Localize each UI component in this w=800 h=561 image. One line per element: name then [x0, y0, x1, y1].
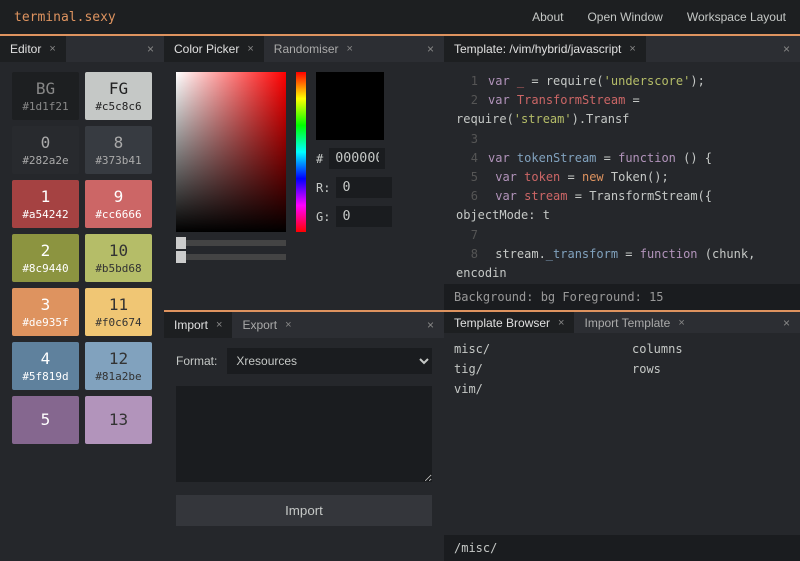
color-preview	[316, 72, 384, 140]
swatch-13[interactable]: 13	[85, 396, 152, 444]
close-icon[interactable]: ×	[678, 317, 684, 329]
swatch-1[interactable]: 1#a54242	[12, 180, 79, 228]
panel-close-icon[interactable]: ×	[417, 318, 444, 332]
browser-item[interactable]: tig/	[454, 359, 612, 379]
close-icon[interactable]: ×	[49, 43, 55, 55]
close-icon[interactable]: ×	[347, 43, 353, 55]
swatch-BG[interactable]: BG#1d1f21	[12, 72, 79, 120]
status-bar: Background: bg Foreground: 15	[444, 284, 800, 310]
tab-template-browser[interactable]: Template Browser×	[444, 312, 574, 333]
close-icon[interactable]: ×	[216, 319, 222, 331]
swatch-3[interactable]: 3#de935f	[12, 288, 79, 336]
swatch-0[interactable]: 0#282a2e	[12, 126, 79, 174]
r-input[interactable]	[336, 177, 392, 198]
panel-close-icon[interactable]: ×	[773, 316, 800, 330]
import-button[interactable]: Import	[176, 495, 432, 526]
format-select[interactable]: Xresources	[227, 348, 432, 374]
tab-export[interactable]: Export×	[232, 312, 301, 338]
swatch-10[interactable]: 10#b5bd68	[85, 234, 152, 282]
browser-item[interactable]: rows	[632, 359, 790, 379]
panel-close-icon[interactable]: ×	[137, 42, 164, 56]
swatch-4[interactable]: 4#5f819d	[12, 342, 79, 390]
swatch-8[interactable]: 8#373b41	[85, 126, 152, 174]
tab-editor[interactable]: Editor×	[0, 36, 66, 62]
browser-item[interactable]: columns	[632, 339, 790, 359]
tab-import[interactable]: Import×	[164, 312, 232, 338]
close-icon[interactable]: ×	[629, 43, 635, 55]
browser-item[interactable]: vim/	[454, 379, 612, 399]
close-icon[interactable]: ×	[558, 317, 564, 329]
tab-template[interactable]: Template: /vim/hybrid/javascript×	[444, 36, 646, 62]
hex-input[interactable]	[329, 148, 385, 169]
g-input[interactable]	[336, 206, 392, 227]
swatch-FG[interactable]: FG#c5c8c6	[85, 72, 152, 120]
brand: terminal.sexy	[14, 10, 116, 25]
swatch-12[interactable]: 12#81a2be	[85, 342, 152, 390]
tab-randomiser[interactable]: Randomiser×	[264, 36, 363, 62]
browser-item[interactable]: misc/	[454, 339, 612, 359]
swatch-5[interactable]: 5	[12, 396, 79, 444]
slider-2[interactable]	[176, 254, 286, 260]
import-textarea[interactable]	[176, 386, 432, 482]
hue-bar[interactable]	[296, 72, 306, 232]
code-viewer: 1var _ = require('underscore');2var Tran…	[444, 62, 800, 284]
close-icon[interactable]: ×	[247, 43, 253, 55]
nav-about[interactable]: About	[532, 10, 563, 24]
browser-path: /misc/	[444, 535, 800, 561]
close-icon[interactable]: ×	[285, 319, 291, 331]
nav-workspace-layout[interactable]: Workspace Layout	[687, 10, 786, 24]
saturation-box[interactable]	[176, 72, 286, 232]
nav-open-window[interactable]: Open Window	[587, 10, 662, 24]
swatch-2[interactable]: 2#8c9440	[12, 234, 79, 282]
panel-close-icon[interactable]: ×	[417, 42, 444, 56]
tab-import-template[interactable]: Import Template×	[574, 312, 694, 333]
swatch-9[interactable]: 9#cc6666	[85, 180, 152, 228]
swatch-11[interactable]: 11#f0c674	[85, 288, 152, 336]
slider-1[interactable]	[176, 240, 286, 246]
format-label: Format:	[176, 354, 217, 368]
tab-color-picker[interactable]: Color Picker×	[164, 36, 264, 62]
panel-close-icon[interactable]: ×	[773, 42, 800, 56]
